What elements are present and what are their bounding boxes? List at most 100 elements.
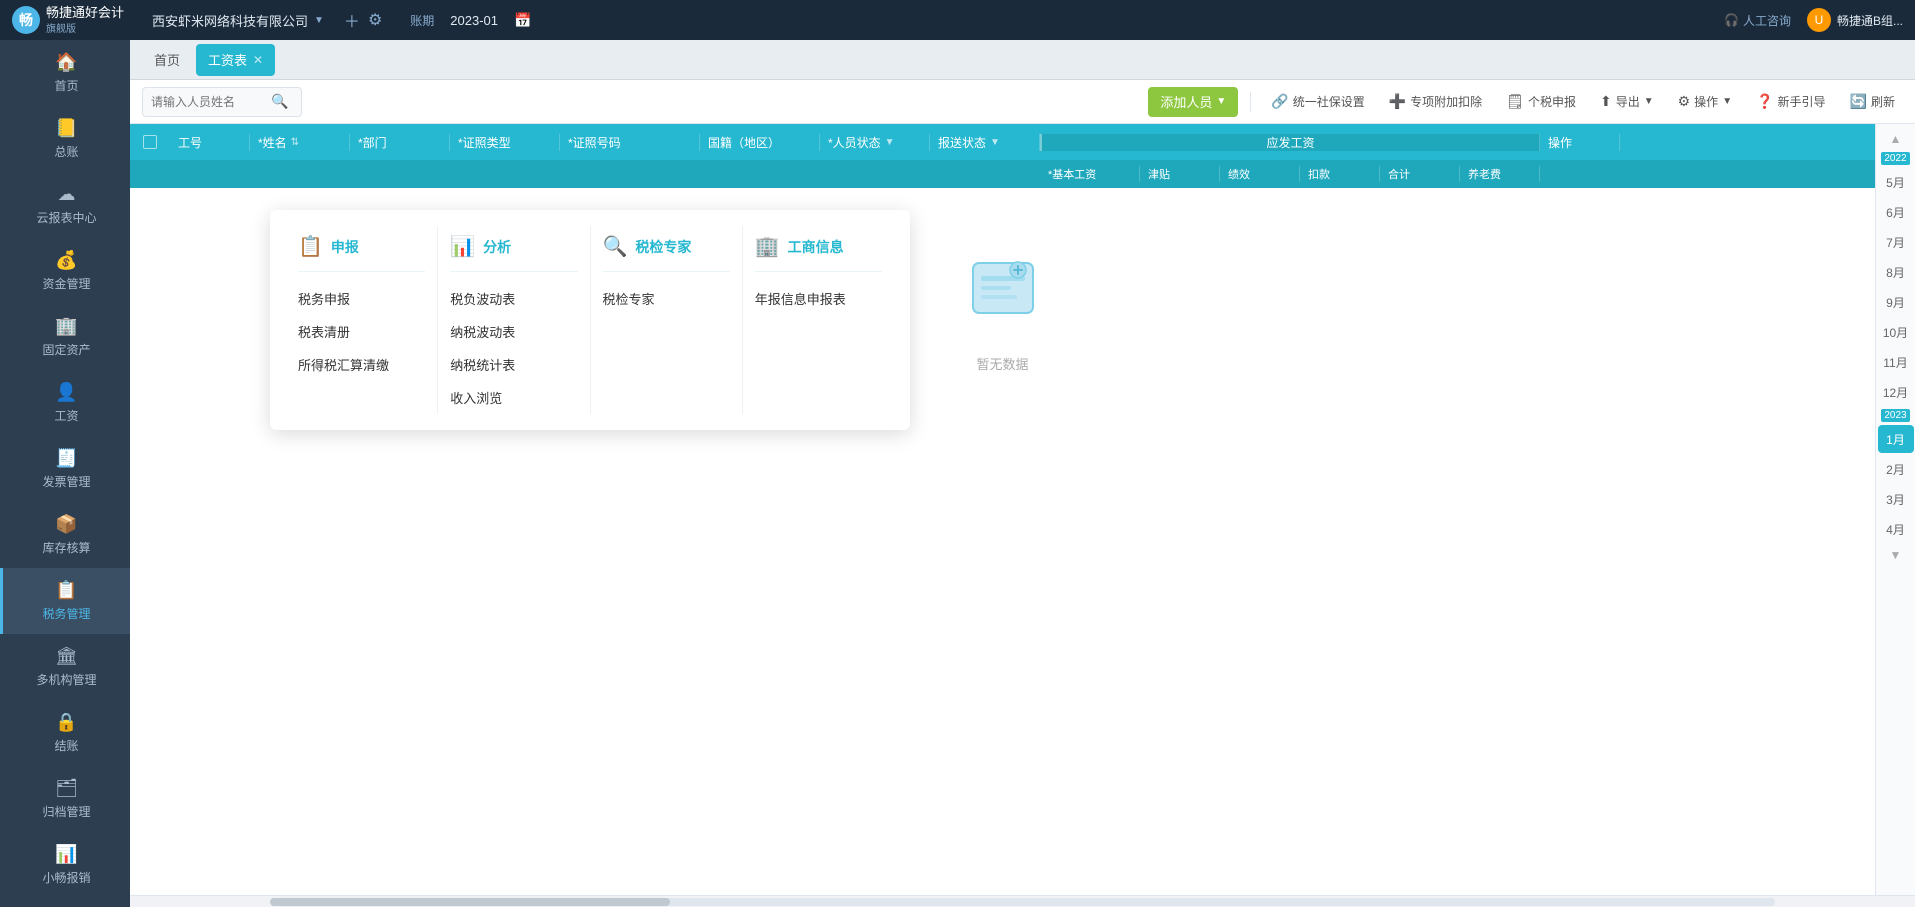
sidebar-item-asset[interactable]: 🏢 固定资产 — [0, 304, 130, 370]
declare-label: 个税申报 — [1528, 93, 1576, 110]
month-2023-4[interactable]: 4月 — [1878, 515, 1914, 543]
bottom-scrollbar — [130, 895, 1915, 907]
filter-status-icon[interactable]: ▼ — [885, 137, 895, 148]
dropdown-item-expert[interactable]: 税检专家 — [603, 282, 730, 315]
analysis-header-icon: 📊 — [450, 234, 475, 259]
dropdown-item-tax-fluctuation[interactable]: 税负波动表 — [450, 282, 577, 315]
calendar-icon[interactable]: 📅 — [514, 12, 531, 29]
select-all-checkbox[interactable] — [143, 135, 157, 149]
settings-icon[interactable]: ⚙ — [368, 10, 382, 30]
search-input[interactable] — [151, 95, 271, 109]
th-checkbox[interactable] — [130, 135, 170, 149]
month-2022-9[interactable]: 9月 — [1878, 288, 1914, 316]
dropdown-item-tax-report[interactable]: 税务申报 — [298, 282, 425, 315]
sidebar-label-salary: 工资 — [54, 407, 78, 424]
operation-button[interactable]: ⚙ 操作 ▼ — [1670, 89, 1740, 114]
tab-home[interactable]: 首页 — [142, 44, 192, 76]
company-dropdown-arrow: ▼ — [314, 15, 324, 26]
dropdown-col-header-shenbao: 📋 申报 — [298, 226, 425, 272]
sidebar-item-fund[interactable]: 💰 资金管理 — [0, 238, 130, 304]
sidebar-item-close[interactable]: 🔒 结账 — [0, 700, 130, 766]
ledger-icon: 📒 — [55, 118, 77, 139]
month-2023-3[interactable]: 3月 — [1878, 485, 1914, 513]
month-2022-10[interactable]: 10月 — [1878, 318, 1914, 346]
table-header-group: 工号 *姓名 ⇅ *部门 *证照类型 *证照号码 — [130, 124, 1875, 188]
th-wage-group: 应发工资 — [1040, 134, 1540, 151]
sidebar-label-home: 首页 — [54, 77, 78, 94]
top-bar: 畅 畅捷通好会计 旗舰版 西安虾米网络科技有限公司 ▼ ＋ ⚙ 账期 2023-… — [0, 0, 1915, 40]
social-insurance-button[interactable]: 🔗 统一社保设置 — [1263, 89, 1372, 114]
current-year-badge: 2023 — [1881, 409, 1909, 422]
sidebar-item-home[interactable]: 🏠 首页 — [0, 40, 130, 106]
invoice-icon: 🧾 — [55, 448, 77, 469]
help-button[interactable]: 🎧 人工咨询 — [1724, 12, 1791, 29]
sidebar-item-multi[interactable]: 🏛 多机构管理 — [0, 634, 130, 700]
month-2022-6[interactable]: 6月 — [1878, 198, 1914, 226]
social-label: 统一社保设置 — [1293, 93, 1365, 110]
guide-button[interactable]: ❓ 新手引导 — [1748, 89, 1833, 114]
dropdown-item-income-browser[interactable]: 收入浏览 — [450, 381, 577, 414]
company-selector[interactable]: 西安虾米网络科技有限公司 ▼ — [152, 11, 324, 30]
app-edition: 旗舰版 — [46, 20, 124, 35]
sidebar-item-salary[interactable]: 👤 工资 — [0, 370, 130, 436]
month-2022-12[interactable]: 12月 — [1878, 378, 1914, 406]
user-info[interactable]: U 畅捷通B组... — [1807, 8, 1903, 32]
scroll-down-button[interactable]: ▼ — [1881, 546, 1911, 564]
month-2022-5[interactable]: 5月 — [1878, 168, 1914, 196]
sidebar-label-ledger: 总账 — [54, 143, 78, 160]
dropdown-item-tax-nav[interactable]: 纳税波动表 — [450, 315, 577, 348]
dropdown-menu: 📋 申报 税务申报 税表清册 所得税汇算清缴 📊 分析 税负波动表 — [270, 210, 910, 430]
month-2022-8[interactable]: 8月 — [1878, 258, 1914, 286]
bizinfo-title: 工商信息 — [788, 237, 844, 257]
dropdown-item-tax-stats[interactable]: 纳税统计表 — [450, 348, 577, 381]
filter-report-icon[interactable]: ▼ — [990, 137, 1000, 148]
dropdown-col-header-analysis: 📊 分析 — [450, 226, 577, 272]
sidebar-item-basic[interactable]: ⚙ 基础设置 — [0, 898, 130, 907]
sidebar-label-close: 结账 — [54, 737, 78, 754]
add-person-button[interactable]: 添加人员 ▼ — [1148, 87, 1238, 117]
th-pension: 养老费 — [1460, 166, 1540, 182]
social-icon: 🔗 — [1271, 93, 1288, 110]
month-2023-1[interactable]: 1月 — [1878, 425, 1914, 453]
scroll-up-button[interactable]: ▲ — [1881, 130, 1911, 148]
shenbao-title: 申报 — [331, 237, 359, 257]
dropdown-item-tax-table[interactable]: 税表清册 — [298, 315, 425, 348]
month-2023-2[interactable]: 2月 — [1878, 455, 1914, 483]
dropdown-item-annual-report[interactable]: 年报信息申报表 — [755, 282, 882, 315]
refresh-button[interactable]: 🔄 刷新 — [1842, 89, 1903, 114]
th-report-status: 报送状态 ▼ — [930, 134, 1040, 151]
table-header-row1: 工号 *姓名 ⇅ *部门 *证照类型 *证照号码 — [130, 124, 1875, 160]
sidebar-label-multi: 多机构管理 — [36, 671, 96, 688]
empty-icon — [963, 248, 1043, 342]
tab-close-icon[interactable]: ✕ — [253, 53, 263, 67]
sidebar-item-archive[interactable]: 🗂 归档管理 — [0, 766, 130, 832]
add-company-icon[interactable]: ＋ — [344, 8, 360, 32]
search-icon[interactable]: 🔍 — [271, 93, 288, 110]
sort-name-icon[interactable]: ⇅ — [291, 137, 299, 148]
special-deduction-button[interactable]: ➕ 专项附加扣除 — [1381, 89, 1490, 114]
salary-icon: 👤 — [55, 382, 77, 403]
sidebar-item-cloud[interactable]: ☁ 云报表中心 — [0, 172, 130, 238]
tax-declare-button[interactable]: 🗒 个税申报 — [1498, 89, 1584, 114]
xiao-icon: 📊 — [55, 844, 77, 865]
month-2022-11[interactable]: 11月 — [1878, 348, 1914, 376]
sidebar-label-xiao: 小畅报销 — [42, 869, 90, 886]
sidebar-item-inventory[interactable]: 📦 库存核算 — [0, 502, 130, 568]
sidebar-item-tax[interactable]: 📋 税务管理 — [0, 568, 130, 634]
scroll-thumb[interactable] — [270, 898, 670, 906]
main-layout: 🏠 首页 📒 总账 ☁ 云报表中心 💰 资金管理 🏢 固定资产 👤 工资 🧾 发… — [0, 40, 1915, 907]
dropdown-item-income-calc[interactable]: 所得税汇算清缴 — [298, 348, 425, 381]
sidebar-item-invoice[interactable]: 🧾 发票管理 — [0, 436, 130, 502]
month-2022-7[interactable]: 7月 — [1878, 228, 1914, 256]
tab-salary[interactable]: 工资表 ✕ — [196, 44, 275, 76]
scroll-track[interactable] — [270, 898, 1775, 906]
add-dropdown-arrow: ▼ — [1216, 96, 1226, 107]
sidebar-item-xiao[interactable]: 📊 小畅报销 — [0, 832, 130, 898]
right-sidebar: ▲ 2022 5月 6月 7月 8月 9月 10月 11月 12月 2023 1… — [1875, 124, 1915, 895]
sidebar-item-ledger[interactable]: 📒 总账 — [0, 106, 130, 172]
export-icon: ⬆ — [1600, 93, 1612, 110]
sidebar-label-fund: 资金管理 — [42, 275, 90, 292]
th-domicile: 国籍（地区） — [700, 134, 820, 151]
period-label: 账期 — [410, 12, 434, 29]
export-button[interactable]: ⬆ 导出 ▼ — [1592, 89, 1662, 114]
